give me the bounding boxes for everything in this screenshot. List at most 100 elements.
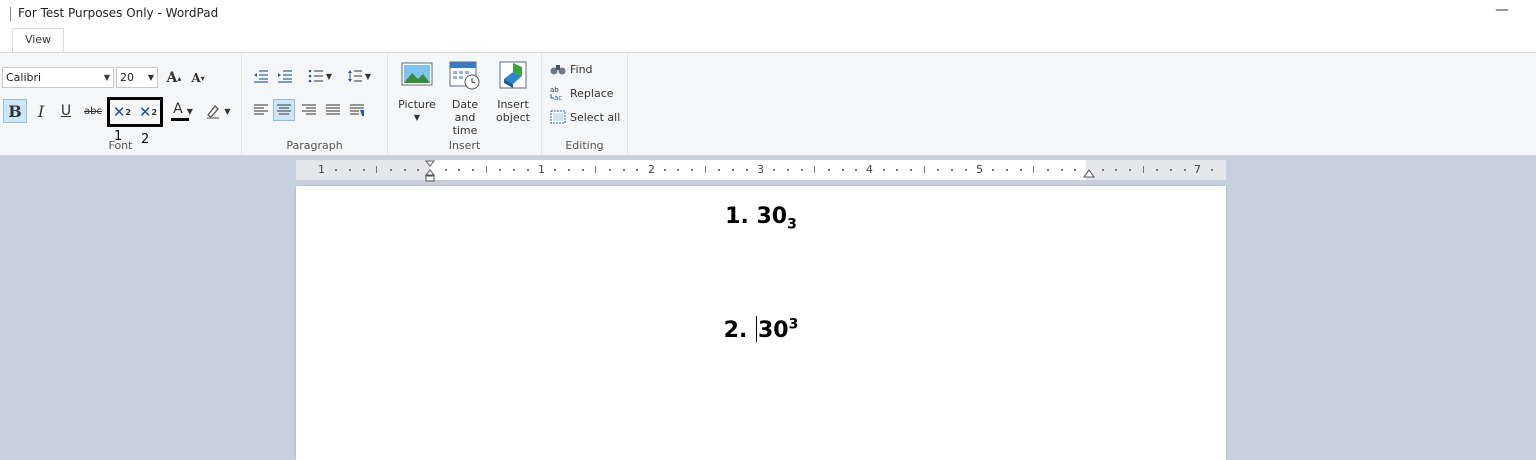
- find-label: Find: [570, 62, 593, 76]
- bullets-icon: [308, 69, 323, 83]
- line-spacing-button[interactable]: ▼: [342, 65, 376, 87]
- insert-object-label-2: object: [496, 111, 530, 124]
- ruler-dot: [513, 169, 516, 171]
- ruler-number: 4: [866, 163, 873, 176]
- font-color-button[interactable]: A ▼: [168, 99, 198, 123]
- ruler-half-tick: [704, 166, 706, 173]
- ruler-dot: [1211, 169, 1214, 171]
- font-family-select[interactable]: Calibri ▼: [2, 67, 114, 88]
- ruler-dot: [882, 169, 885, 171]
- ruler-number: 7: [1194, 163, 1201, 176]
- find-button[interactable]: Find: [550, 59, 593, 79]
- ruler-dot: [663, 169, 666, 171]
- bold-button[interactable]: B: [3, 99, 27, 123]
- font-size-select[interactable]: 20 ▼: [116, 67, 158, 88]
- ruler-dot: [1156, 169, 1159, 171]
- replace-label: Replace: [570, 86, 614, 100]
- ruler-dot: [1101, 169, 1104, 171]
- paragraph-icon: [350, 104, 364, 116]
- insert-object-label-1: Insert: [497, 98, 529, 111]
- ruler-dot: [964, 169, 967, 171]
- ruler-dot: [1060, 169, 1063, 171]
- ruler-dot: [499, 169, 502, 171]
- bullets-button[interactable]: ▼: [302, 65, 338, 87]
- font-group: Calibri ▼ 20 ▼ A ▴ A ▾ B I U abc ✕ 2 ✕ 2 A ▼…: [0, 53, 242, 155]
- decrease-indent-icon: [254, 70, 268, 83]
- ruler-dot: [1046, 169, 1049, 171]
- ruler-half-tick: [376, 166, 378, 173]
- ruler-dot: [458, 169, 461, 171]
- ruler-dot: [526, 169, 529, 171]
- document-page[interactable]: 1. 303 2. 303: [296, 186, 1226, 460]
- subscript-button[interactable]: ✕ 2: [110, 100, 134, 124]
- strikethrough-button[interactable]: abc: [80, 99, 106, 123]
- align-center-button[interactable]: [273, 99, 295, 121]
- ruler-dot: [1170, 169, 1173, 171]
- picture-label: Picture: [398, 98, 436, 111]
- line-2-prefix: 2.: [723, 318, 755, 343]
- align-left-icon: [254, 104, 268, 115]
- ruler-dot: [827, 169, 830, 171]
- ruler-dot: [389, 169, 392, 171]
- decrease-indent-button[interactable]: [250, 65, 272, 87]
- ruler-dot: [636, 169, 639, 171]
- shrink-font-button[interactable]: A ▾: [188, 67, 208, 89]
- ruler-number: 3: [757, 163, 764, 176]
- ruler-dot: [1019, 169, 1022, 171]
- right-indent-marker-icon[interactable]: [1083, 168, 1095, 180]
- chevron-down-icon: ▼: [147, 73, 154, 82]
- highlight-color-button[interactable]: ▼: [202, 99, 234, 123]
- ribbon: Calibri ▼ 20 ▼ A ▴ A ▾ B I U abc ✕ 2 ✕ 2 A ▼…: [0, 52, 1536, 156]
- paragraph-group-label: Paragraph: [286, 139, 343, 152]
- justify-button[interactable]: [322, 99, 344, 121]
- tab-view[interactable]: View: [12, 28, 64, 52]
- indent-marker-icon[interactable]: [424, 160, 436, 184]
- select-all-icon: [550, 110, 566, 124]
- text-caret: [755, 316, 757, 342]
- ruler-half-tick: [595, 166, 597, 173]
- date-and-time-label-2: time: [452, 124, 478, 137]
- ruler-dot: [951, 169, 954, 171]
- picture-button[interactable]: Picture ▼: [392, 59, 442, 135]
- superscript-button[interactable]: ✕ 2: [136, 100, 160, 124]
- increase-indent-button[interactable]: [274, 65, 296, 87]
- replace-button[interactable]: ab ac Replace: [550, 83, 614, 103]
- align-right-icon: [302, 104, 316, 115]
- font-family-value: Calibri: [6, 71, 42, 84]
- ruler[interactable]: 1 1 2 3 4 5 7: [296, 160, 1226, 182]
- window-title: For Test Purposes Only - WordPad: [18, 6, 219, 20]
- underline-button[interactable]: U: [55, 99, 77, 123]
- title-bar: For Test Purposes Only - WordPad —: [0, 0, 1536, 28]
- ruler-number: 5: [976, 163, 983, 176]
- ruler-dot: [608, 169, 611, 171]
- ruler-half-tick: [1033, 166, 1035, 173]
- ruler-dot: [745, 169, 748, 171]
- ruler-dot: [1183, 169, 1186, 171]
- calendar-clock-icon: [449, 61, 480, 90]
- date-and-time-button[interactable]: Date and time: [440, 59, 490, 137]
- justify-icon: [326, 104, 340, 115]
- binoculars-icon: [550, 65, 566, 75]
- italic-button[interactable]: I: [30, 99, 52, 123]
- ruler-number: 1: [538, 163, 545, 176]
- minimize-button[interactable]: —: [1494, 2, 1510, 18]
- ruler-dot: [677, 169, 680, 171]
- chevron-down-icon: ▼: [325, 71, 333, 81]
- date-and-time-label-1: Date and: [451, 98, 479, 124]
- ruler-half-tick: [814, 166, 816, 173]
- increase-indent-icon: [278, 70, 292, 83]
- select-all-button[interactable]: Select all: [550, 107, 620, 127]
- ruler-dot: [1074, 169, 1077, 171]
- align-left-button[interactable]: [250, 99, 272, 121]
- ruler-dot: [732, 169, 735, 171]
- ruler-dot: [841, 169, 844, 171]
- paragraph-settings-button[interactable]: [346, 99, 368, 121]
- insert-object-button[interactable]: Insert object: [488, 59, 538, 135]
- line-spacing-icon: [347, 70, 362, 82]
- ruler-dot: [567, 169, 570, 171]
- align-right-button[interactable]: [298, 99, 320, 121]
- ruler-number: 1: [318, 163, 325, 176]
- font-color-bar: [171, 118, 189, 121]
- ruler-dot: [403, 169, 406, 171]
- grow-font-button[interactable]: A ▴: [164, 67, 184, 89]
